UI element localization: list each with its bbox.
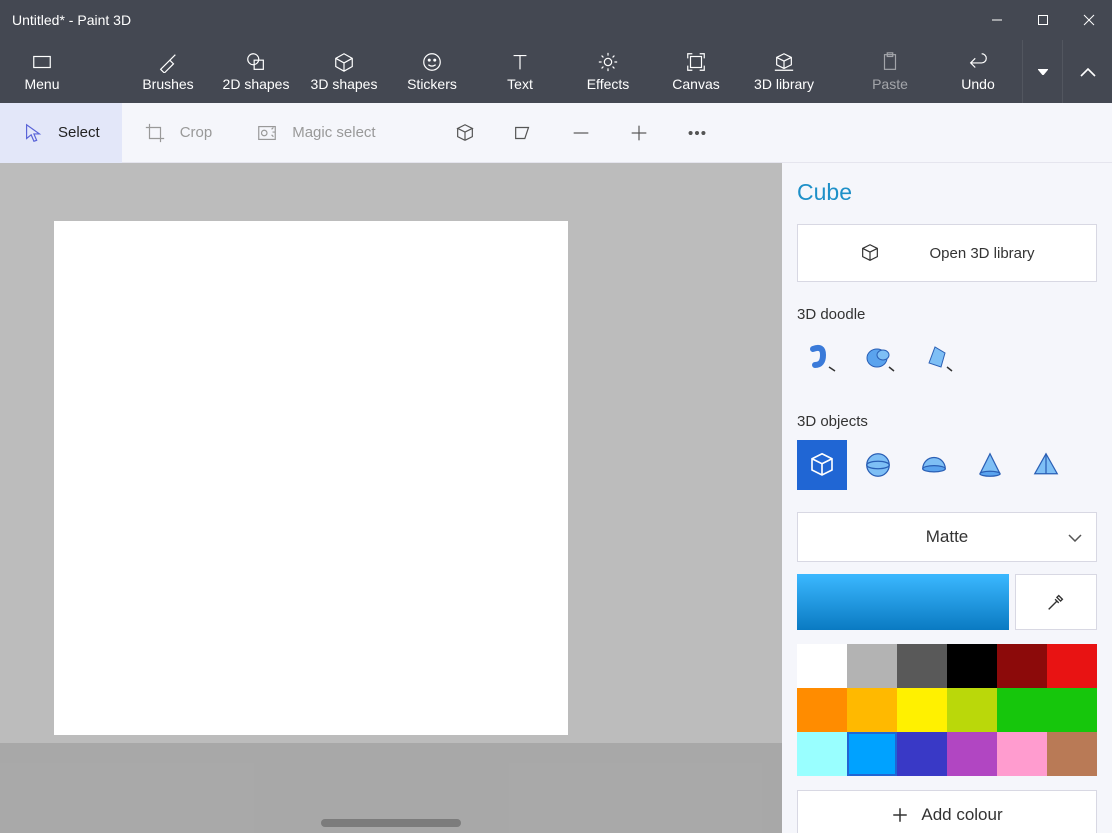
more-button[interactable] bbox=[668, 103, 726, 163]
color-swatch[interactable] bbox=[947, 688, 997, 732]
menu-button[interactable]: Menu bbox=[0, 40, 84, 103]
color-swatch[interactable] bbox=[797, 732, 847, 776]
panel-title: Cube bbox=[797, 179, 1097, 206]
maximize-button[interactable] bbox=[1020, 0, 1066, 40]
cube-icon bbox=[859, 242, 881, 264]
collapse-panel-button[interactable] bbox=[1062, 40, 1112, 103]
object-sphere[interactable] bbox=[853, 440, 903, 490]
object-cube[interactable] bbox=[797, 440, 847, 490]
undo-button[interactable]: Undo bbox=[934, 40, 1022, 103]
color-swatch[interactable] bbox=[997, 732, 1047, 776]
chevron-down-icon bbox=[1068, 527, 1082, 547]
eyedropper-button[interactable] bbox=[1015, 574, 1097, 630]
mixed-reality-button[interactable] bbox=[494, 103, 552, 163]
tab-2d-shapes[interactable]: 2D shapes bbox=[212, 40, 300, 103]
eyedropper-icon bbox=[1045, 591, 1067, 613]
tab-3d-shapes[interactable]: 3D shapes bbox=[300, 40, 388, 103]
right-panel: Cube Open 3D library 3D doodle 3D object… bbox=[782, 163, 1112, 833]
tab-effects[interactable]: Effects bbox=[564, 40, 652, 103]
tab-stickers[interactable]: Stickers bbox=[388, 40, 476, 103]
add-colour-button[interactable]: Add colour bbox=[797, 790, 1097, 833]
tab-brushes[interactable]: Brushes bbox=[124, 40, 212, 103]
window-titlebar: Untitled* - Paint 3D bbox=[0, 0, 1112, 40]
menu-label: Menu bbox=[24, 76, 59, 92]
window-title: Untitled* - Paint 3D bbox=[12, 12, 131, 28]
zoom-in-button[interactable] bbox=[610, 103, 668, 163]
color-swatch[interactable] bbox=[847, 688, 897, 732]
color-swatch[interactable] bbox=[1047, 644, 1097, 688]
color-swatch[interactable] bbox=[947, 644, 997, 688]
color-swatch[interactable] bbox=[997, 644, 1047, 688]
doodle-soft-edge[interactable] bbox=[855, 333, 905, 383]
plus-icon bbox=[891, 806, 909, 824]
history-dropdown[interactable] bbox=[1022, 40, 1062, 103]
color-swatch[interactable] bbox=[947, 732, 997, 776]
zoom-out-button[interactable] bbox=[552, 103, 610, 163]
tab-text[interactable]: Text bbox=[476, 40, 564, 103]
object-cone[interactable] bbox=[965, 440, 1015, 490]
current-color-preview[interactable] bbox=[797, 574, 1009, 630]
ribbon-toolbar: Menu Brushes 2D shapes 3D shapes Sticker… bbox=[0, 40, 1112, 103]
color-swatch[interactable] bbox=[897, 732, 947, 776]
close-button[interactable] bbox=[1066, 0, 1112, 40]
color-swatch[interactable] bbox=[797, 688, 847, 732]
crop-tool[interactable]: Crop bbox=[122, 103, 235, 163]
main-area: Cube Open 3D library 3D doodle 3D object… bbox=[0, 163, 1112, 833]
3d-objects-label: 3D objects bbox=[797, 413, 1097, 430]
color-swatch[interactable] bbox=[1047, 732, 1097, 776]
magic-select-tool[interactable]: Magic select bbox=[234, 103, 397, 163]
paste-button: Paste bbox=[846, 40, 934, 103]
open-3d-library-button[interactable]: Open 3D library bbox=[797, 224, 1097, 282]
color-palette bbox=[797, 644, 1097, 776]
material-dropdown[interactable]: Matte bbox=[797, 512, 1097, 562]
minimize-button[interactable] bbox=[974, 0, 1020, 40]
select-tool[interactable]: Select bbox=[0, 103, 122, 163]
canvas-viewport[interactable] bbox=[0, 163, 782, 833]
color-swatch[interactable] bbox=[897, 644, 947, 688]
color-swatch[interactable] bbox=[897, 688, 947, 732]
canvas[interactable] bbox=[54, 221, 568, 735]
color-swatch[interactable] bbox=[847, 732, 897, 776]
doodle-sharp-edge[interactable] bbox=[913, 333, 963, 383]
doodle-tube[interactable] bbox=[797, 333, 847, 383]
color-swatch[interactable] bbox=[997, 688, 1047, 732]
color-swatch[interactable] bbox=[1047, 688, 1097, 732]
3d-doodle-tools bbox=[797, 333, 1097, 383]
object-pyramid[interactable] bbox=[1021, 440, 1071, 490]
object-hemisphere[interactable] bbox=[909, 440, 959, 490]
3d-objects-list bbox=[797, 440, 1097, 490]
horizontal-scrollbar[interactable] bbox=[0, 819, 782, 827]
3d-doodle-label: 3D doodle bbox=[797, 306, 1097, 323]
color-swatch[interactable] bbox=[847, 644, 897, 688]
3d-view-button[interactable] bbox=[436, 103, 494, 163]
color-swatch[interactable] bbox=[797, 644, 847, 688]
secondary-toolbar: Select Crop Magic select bbox=[0, 103, 1112, 163]
tab-canvas[interactable]: Canvas bbox=[652, 40, 740, 103]
tab-3d-library[interactable]: 3D library bbox=[740, 40, 828, 103]
